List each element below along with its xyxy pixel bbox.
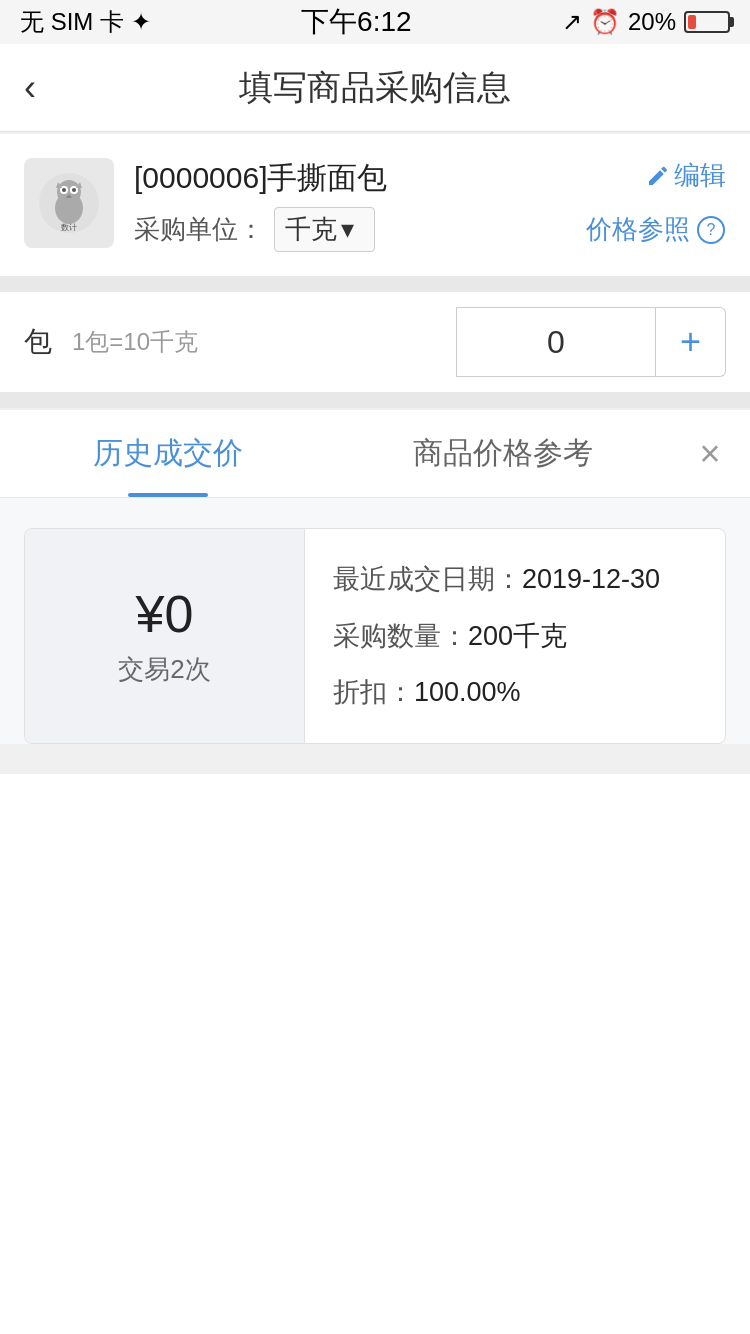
edit-button[interactable]: 编辑 <box>646 158 726 193</box>
unit-value: 千克 <box>285 212 337 247</box>
product-thumbnail: 数计 <box>24 158 114 248</box>
purchase-qty-value: 200千克 <box>468 621 567 651</box>
purchase-qty-row: 采购数量：200千克 <box>333 616 697 657</box>
bottom-panel: 历史成交价 商品价格参考 × ¥0 交易2次 最近成交日期：2019-12-30… <box>0 410 750 744</box>
svg-point-5 <box>62 188 66 192</box>
battery-percent: 20% <box>628 8 676 36</box>
svg-text:数计: 数计 <box>61 223 77 232</box>
svg-point-6 <box>72 188 76 192</box>
status-left: 无 SIM 卡 ✦ <box>20 6 151 38</box>
purchase-qty-label: 采购数量： <box>333 621 468 651</box>
product-row: 数计 [0000006]手撕面包 编辑 采购单位： 千克 <box>24 158 726 252</box>
unit-label: 采购单位： <box>134 212 264 247</box>
last-deal-row: 最近成交日期：2019-12-30 <box>333 559 697 600</box>
currency-symbol: ¥ <box>136 585 165 643</box>
product-card: 数计 [0000006]手撕面包 编辑 采购单位： 千克 <box>0 134 750 276</box>
status-bar: 无 SIM 卡 ✦ 下午6:12 ↗ ⏰ 20% <box>0 0 750 44</box>
discount-row: 折扣：100.00% <box>333 672 697 713</box>
unit-row: 采购单位： 千克 ▾ 价格参照 ? <box>134 207 726 252</box>
product-title: 手撕面包 <box>267 161 387 194</box>
quantity-input[interactable] <box>456 307 656 377</box>
tab-price-ref-label: 商品价格参考 <box>413 433 593 474</box>
help-icon: ? <box>696 215 726 245</box>
product-logo-icon: 数计 <box>34 168 104 238</box>
location-icon: ↗ <box>562 8 582 36</box>
price-right-panel: 最近成交日期：2019-12-30 采购数量：200千克 折扣：100.00% <box>305 529 725 743</box>
quantity-unit-desc: 1包=10千克 <box>72 326 198 358</box>
alarm-icon: ⏰ <box>590 8 620 36</box>
discount-value: 100.00% <box>414 677 521 707</box>
last-deal-label: 最近成交日期： <box>333 564 522 594</box>
edit-icon <box>646 164 670 188</box>
svg-text:?: ? <box>707 221 716 238</box>
section-divider-2 <box>0 392 750 408</box>
page-title: 填写商品采购信息 <box>239 65 511 111</box>
unit-left: 采购单位： 千克 ▾ <box>134 207 375 252</box>
tab-history-label: 历史成交价 <box>93 433 243 474</box>
content-area <box>0 774 750 1335</box>
price-card: ¥0 交易2次 最近成交日期：2019-12-30 采购数量：200千克 折扣：… <box>24 528 726 744</box>
price-left-panel: ¥0 交易2次 <box>25 529 305 743</box>
tab-close-button[interactable]: × <box>670 433 750 475</box>
back-button[interactable]: ‹ <box>24 67 36 109</box>
status-right: ↗ ⏰ 20% <box>562 8 730 36</box>
edit-label: 编辑 <box>674 158 726 193</box>
tab-price-ref[interactable]: 商品价格参考 <box>335 410 670 497</box>
quantity-control: + <box>456 307 726 377</box>
status-time: 下午6:12 <box>301 3 412 41</box>
price-value: 0 <box>165 585 194 643</box>
section-divider <box>0 276 750 292</box>
quantity-unit-name: 包 <box>24 323 52 361</box>
nav-bar: ‹ 填写商品采购信息 <box>0 44 750 132</box>
sim-status: 无 SIM 卡 ✦ <box>20 6 151 38</box>
unit-select[interactable]: 千克 ▾ <box>274 207 375 252</box>
price-ref-button[interactable]: 价格参照 ? <box>586 212 726 247</box>
price-trades: 交易2次 <box>118 652 210 687</box>
last-deal-date: 2019-12-30 <box>522 564 660 594</box>
product-info: [0000006]手撕面包 编辑 采购单位： 千克 ▾ <box>134 158 726 252</box>
price-amount: ¥0 <box>136 584 194 644</box>
discount-label: 折扣： <box>333 677 414 707</box>
tabs-bar: 历史成交价 商品价格参考 × <box>0 410 750 498</box>
quantity-plus-button[interactable]: + <box>656 307 726 377</box>
tab-underline <box>128 493 208 497</box>
quantity-row: 包 1包=10千克 + <box>0 292 750 392</box>
price-ref-label: 价格参照 <box>586 212 690 247</box>
tab-history-price[interactable]: 历史成交价 <box>0 410 335 497</box>
product-id: [0000006] <box>134 161 267 194</box>
product-name: [0000006]手撕面包 <box>134 158 387 199</box>
dropdown-icon: ▾ <box>341 214 354 245</box>
battery-icon <box>684 11 730 33</box>
product-name-row: [0000006]手撕面包 编辑 <box>134 158 726 199</box>
